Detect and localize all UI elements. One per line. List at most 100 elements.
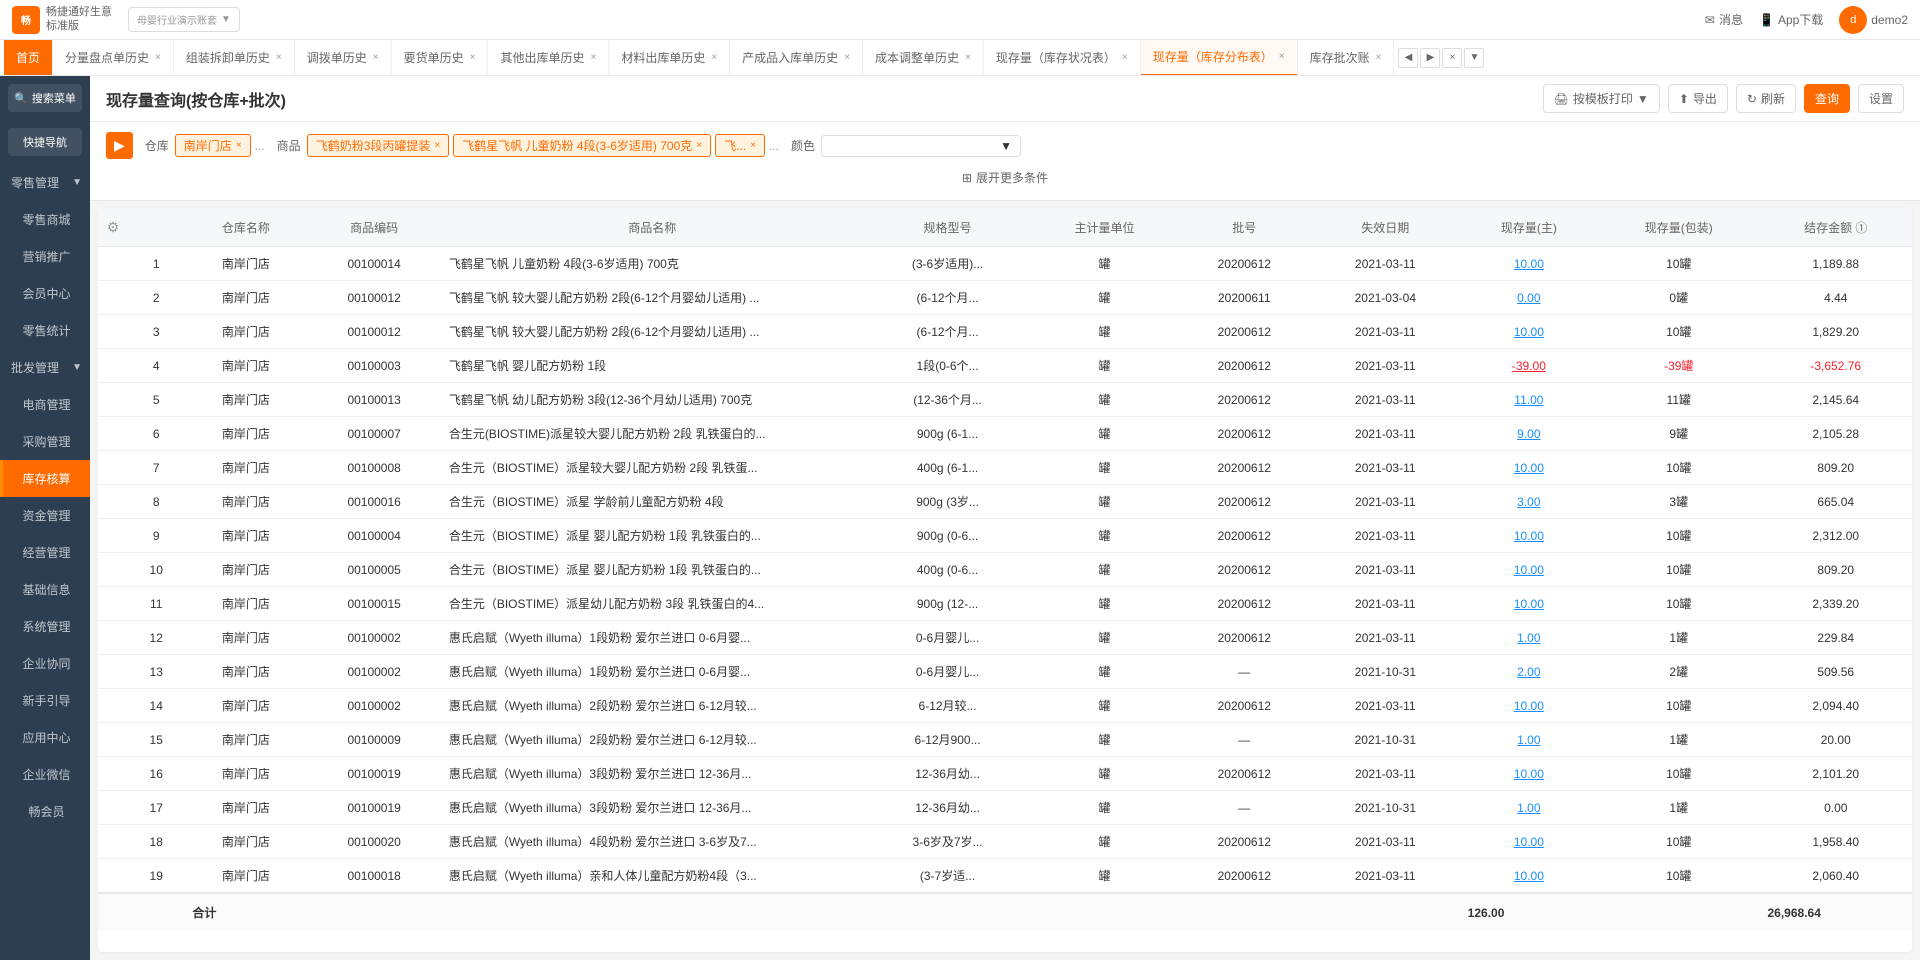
- tab-other-out[interactable]: 其他出库单历史 ×: [488, 40, 609, 76]
- total-label: 合计: [184, 893, 1311, 931]
- product-tag-more-close[interactable]: ×: [750, 140, 756, 151]
- tab-home[interactable]: 首页: [4, 40, 53, 76]
- tab-material-out[interactable]: 材料出库单历史 ×: [609, 40, 730, 76]
- stock-main-link[interactable]: 10.00: [1514, 563, 1544, 577]
- tab-menu[interactable]: ▼: [1464, 48, 1484, 68]
- close-icon[interactable]: ×: [1279, 51, 1285, 62]
- tab-arrow-right[interactable]: ▶: [1420, 48, 1440, 68]
- table-row: 10 南岸门店 00100005 合生元（BIOSTIME）派星 婴儿配方奶粉 …: [98, 553, 1912, 587]
- product-tag-2-close[interactable]: ×: [696, 140, 702, 151]
- table-settings-icon[interactable]: ⚙: [107, 219, 120, 235]
- warehouse-filter: 仓库 南岸门店 × ...: [145, 134, 265, 157]
- close-icon[interactable]: ×: [711, 52, 717, 63]
- warehouse-tag-close[interactable]: ×: [236, 140, 242, 151]
- sidebar-item-members[interactable]: 会员中心: [0, 275, 90, 312]
- close-icon[interactable]: ×: [155, 52, 161, 63]
- table-row: 8 南岸门店 00100016 合生元（BIOSTIME）派星 学龄前儿童配方奶…: [98, 485, 1912, 519]
- sidebar-item-guide[interactable]: 新手引导: [0, 682, 90, 719]
- close-icon[interactable]: ×: [276, 52, 282, 63]
- stock-main-link[interactable]: 1.00: [1517, 733, 1540, 747]
- sidebar-item-ecommerce[interactable]: 电商管理: [0, 386, 90, 423]
- sidebar-item-wholesale[interactable]: 批发管理 ▼: [0, 349, 90, 386]
- product-more[interactable]: ...: [769, 139, 779, 153]
- tab-stock-dist[interactable]: 现存量（库存分布表） ×: [1141, 40, 1298, 76]
- stock-main-link[interactable]: 10.00: [1514, 767, 1544, 781]
- stock-main-link[interactable]: 10.00: [1514, 597, 1544, 611]
- tab-disassemble[interactable]: 组装拆卸单历史 ×: [174, 40, 295, 76]
- sidebar-item-finance[interactable]: 资金管理: [0, 497, 90, 534]
- page-header: 现存量查询(按仓库+批次) 🖨 按模板打印 ▼ ⬆ 导出 ↻ 刷新 查询: [90, 76, 1920, 122]
- stock-main-link[interactable]: -39.00: [1512, 359, 1546, 373]
- tab-batch[interactable]: 库存批次账 ×: [1298, 40, 1395, 76]
- product-filter: 商品 飞鹤奶粉3段丙罐提装 × 飞鹤星飞帆 儿童奶粉 4段(3-6岁适用) 70…: [277, 134, 779, 157]
- stock-main-link[interactable]: 10.00: [1514, 869, 1544, 883]
- stock-main-link[interactable]: 1.00: [1517, 631, 1540, 645]
- product-tag-1-close[interactable]: ×: [434, 140, 440, 151]
- close-icon[interactable]: ×: [590, 52, 596, 63]
- tab-split[interactable]: 分量盘点单历史 ×: [53, 40, 174, 76]
- query-btn[interactable]: 查询: [1804, 84, 1850, 113]
- tab-arrow-left[interactable]: ◀: [1398, 48, 1418, 68]
- print-template-btn[interactable]: 🖨 按模板打印 ▼: [1543, 84, 1660, 113]
- sidebar-item-retail-stats[interactable]: 零售统计: [0, 312, 90, 349]
- settings-btn[interactable]: 设置: [1858, 84, 1904, 113]
- stock-main-link[interactable]: 10.00: [1514, 257, 1544, 271]
- stock-main-link[interactable]: 10.00: [1514, 835, 1544, 849]
- messages-btn[interactable]: ✉ 消息: [1705, 11, 1743, 28]
- export-btn[interactable]: ⬆ 导出: [1668, 84, 1728, 113]
- tab-require[interactable]: 要货单历史 ×: [392, 40, 489, 76]
- stock-main-link[interactable]: 10.00: [1514, 461, 1544, 475]
- tab-product-in[interactable]: 产成品入库单历史 ×: [730, 40, 863, 76]
- close-icon[interactable]: ×: [844, 52, 850, 63]
- warehouse-more[interactable]: ...: [255, 139, 265, 153]
- col-code: 商品编码: [307, 209, 440, 247]
- stock-main-link[interactable]: 2.00: [1517, 665, 1540, 679]
- industry-select[interactable]: 母婴行业演示账套 ▼: [128, 7, 240, 32]
- app-download-btn[interactable]: 📱 App下载: [1759, 11, 1823, 28]
- refresh-btn[interactable]: ↻ 刷新: [1736, 84, 1796, 113]
- stock-main-link[interactable]: 10.00: [1514, 325, 1544, 339]
- stock-main-link[interactable]: 11.00: [1514, 393, 1543, 407]
- sidebar-item-wechat[interactable]: 企业微信: [0, 756, 90, 793]
- sidebar-item-inventory[interactable]: 库存核算: [0, 460, 90, 497]
- sidebar-item-purchase[interactable]: 采购管理: [0, 423, 90, 460]
- stock-main-link[interactable]: 10.00: [1514, 699, 1544, 713]
- stock-main-link[interactable]: 3.00: [1517, 495, 1540, 509]
- sidebar-item-enterprise[interactable]: 企业协同: [0, 645, 90, 682]
- sidebar-search: 🔍 搜索菜单: [0, 76, 90, 120]
- product-tag-more: 飞... ×: [715, 134, 765, 157]
- sidebar-item-vip[interactable]: 畅会员: [0, 793, 90, 830]
- tab-mix[interactable]: 调拨单历史 ×: [295, 40, 392, 76]
- main-content: 现存量查询(按仓库+批次) 🖨 按模板打印 ▼ ⬆ 导出 ↻ 刷新 查询: [90, 76, 1920, 960]
- expand-more-btn[interactable]: ⊞ 展开更多条件: [106, 165, 1904, 190]
- table-row: 7 南岸门店 00100008 合生元（BIOSTIME）派星较大婴儿配方奶粉 …: [98, 451, 1912, 485]
- user-profile[interactable]: d demo2: [1839, 6, 1908, 34]
- close-icon[interactable]: ×: [470, 52, 476, 63]
- tab-cost-adjust[interactable]: 成本调整单历史 ×: [863, 40, 984, 76]
- quick-nav-btn[interactable]: 快捷导航: [8, 128, 82, 156]
- sidebar-item-app-center[interactable]: 应用中心: [0, 719, 90, 756]
- sidebar-item-retail[interactable]: 零售管理 ▼: [0, 164, 90, 201]
- stock-main-link[interactable]: 9.00: [1517, 427, 1540, 441]
- tab-stock-status[interactable]: 现存量（库存状况表） ×: [984, 40, 1141, 76]
- color-input-area[interactable]: ▼: [821, 135, 1021, 157]
- filter-row: ▶ 仓库 南岸门店 × ... 商品: [106, 132, 1904, 159]
- close-icon[interactable]: ×: [965, 52, 971, 63]
- stock-main-link[interactable]: 10.00: [1514, 529, 1544, 543]
- tab-close-all[interactable]: ×: [1442, 48, 1462, 68]
- search-menu-btn[interactable]: 🔍 搜索菜单: [8, 84, 82, 112]
- expand-filter-btn[interactable]: ▶: [106, 132, 133, 159]
- sidebar-item-operations[interactable]: 经营管理: [0, 534, 90, 571]
- close-icon[interactable]: ×: [373, 52, 379, 63]
- stock-main-link[interactable]: 1.00: [1517, 801, 1540, 815]
- inventory-table: ⚙ 仓库名称 商品编码 商品名称 规格型号 主计量单位 批号 失效日期 现存量(…: [98, 209, 1912, 931]
- sidebar-item-basic[interactable]: 基础信息: [0, 571, 90, 608]
- stock-main-link[interactable]: 0.00: [1517, 291, 1540, 305]
- sidebar-item-marketing[interactable]: 营销推广: [0, 238, 90, 275]
- close-icon[interactable]: ×: [1376, 52, 1382, 63]
- close-icon[interactable]: ×: [1122, 52, 1128, 63]
- color-input[interactable]: [830, 139, 996, 153]
- warehouse-tags: 南岸门店 × ...: [175, 134, 265, 157]
- sidebar-item-system[interactable]: 系统管理: [0, 608, 90, 645]
- sidebar-item-mall[interactable]: 零售商城: [0, 201, 90, 238]
